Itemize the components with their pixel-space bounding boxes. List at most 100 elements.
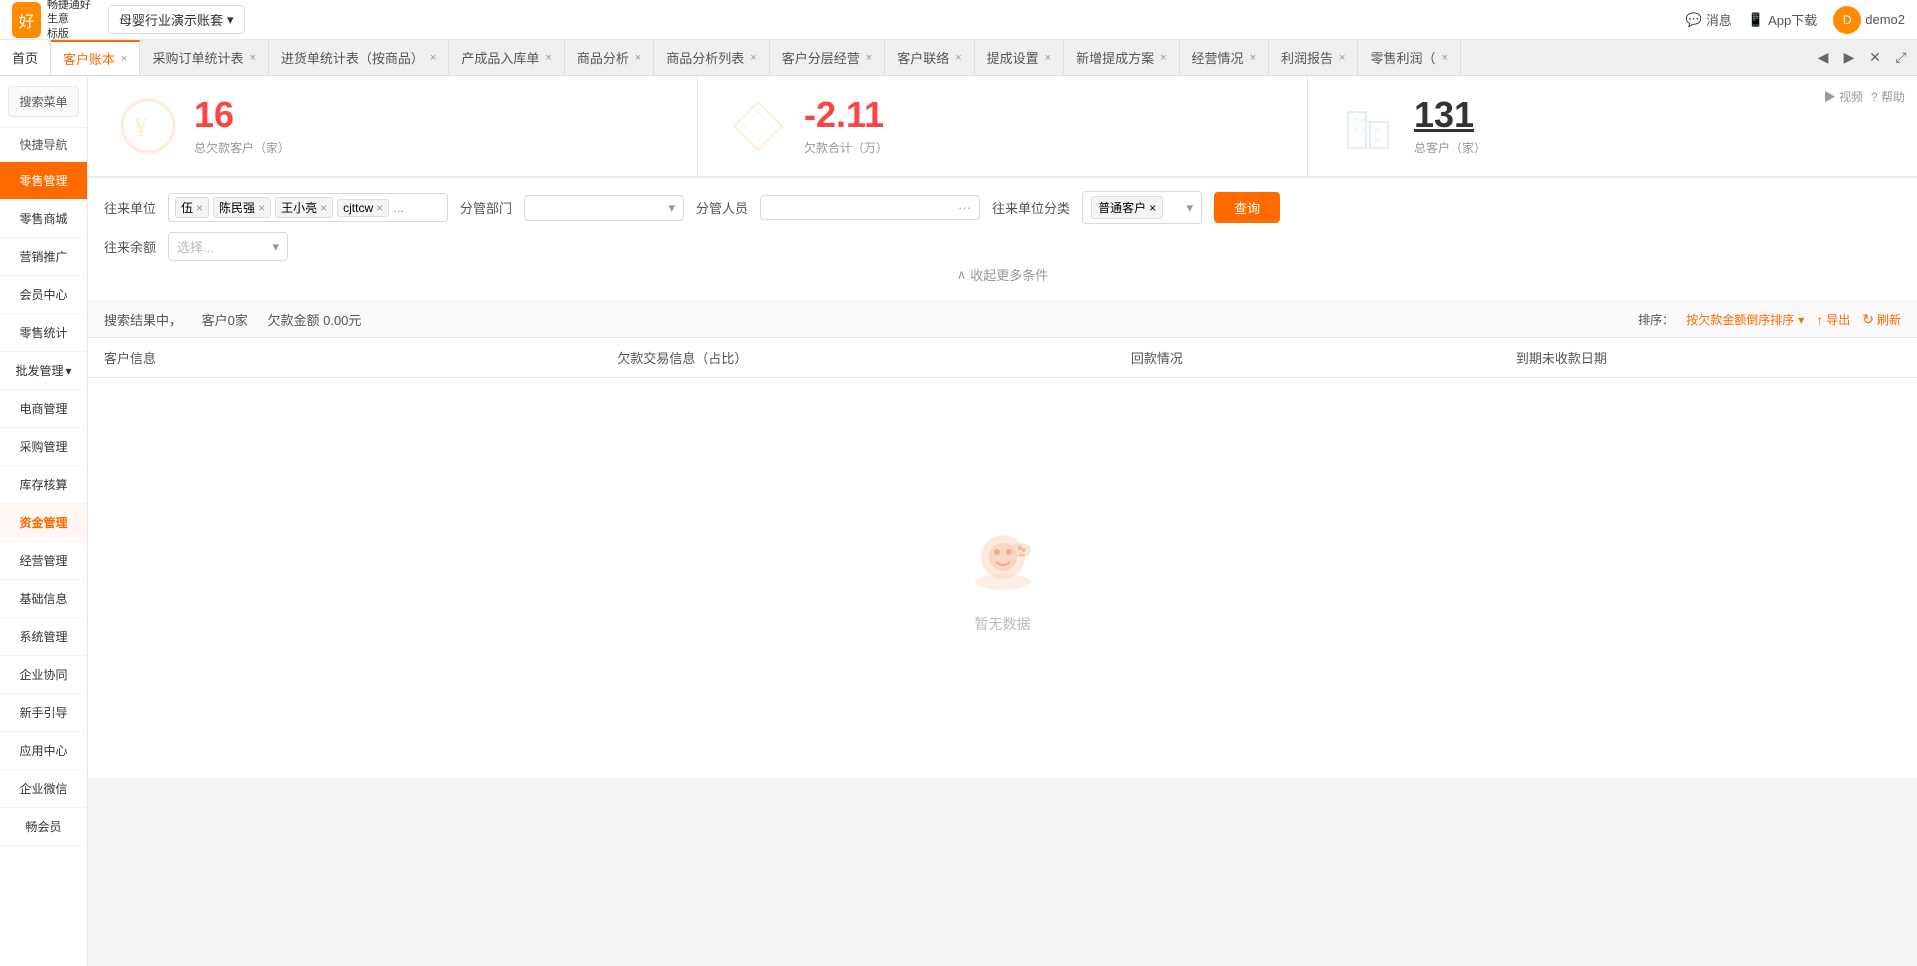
refresh-button[interactable]: ↻ 刷新: [1862, 311, 1901, 328]
tab-commission-settings[interactable]: 提成设置 ×: [975, 40, 1064, 76]
sidebar-item-member-center[interactable]: 会员中心: [0, 276, 87, 314]
dept-filter-dropdown[interactable]: ▾: [524, 195, 684, 221]
app-download-button[interactable]: 📱 App下载: [1748, 10, 1817, 29]
sidebar-item-vip-member[interactable]: 畅会员: [0, 808, 87, 846]
close-tab-add-commission[interactable]: ×: [1160, 52, 1166, 64]
close-tab-ops[interactable]: ×: [1250, 52, 1256, 64]
stat-overdue-customers: ¥ 16 总欠款客户（家）: [88, 76, 698, 176]
sidebar-item-basic-info[interactable]: 基础信息: [0, 580, 87, 618]
close-tab-purchase[interactable]: ×: [249, 52, 255, 64]
dept-arrow-icon: ▾: [669, 200, 676, 216]
tab-close-all-button[interactable]: ✕: [1863, 46, 1887, 70]
sidebar-item-purchase-mgmt[interactable]: 采购管理: [0, 428, 87, 466]
filter-bar: 往来单位 伍 × 陈民强 × 王小亮 × cjttcw: [88, 179, 1917, 300]
close-tab-product-analysis[interactable]: ×: [635, 52, 641, 64]
collapse-button[interactable]: ∧ 收起更多条件: [104, 265, 1901, 284]
store-selector[interactable]: 母婴行业演示账套 ▾: [108, 5, 245, 34]
tab-ops-status[interactable]: 经营情况 ×: [1180, 40, 1269, 76]
class-tag-normal[interactable]: 普通客户 ×: [1091, 196, 1163, 219]
sidebar-item-corp-wechat[interactable]: 企业微信: [0, 770, 87, 808]
tab-product-inbound[interactable]: 产成品入库单 ×: [449, 40, 564, 76]
balance-filter-label: 往来余额: [104, 237, 156, 256]
sidebar-item-newbie[interactable]: 新手引导: [0, 694, 87, 732]
play-icon: ▶: [1824, 90, 1836, 104]
stat-amount-number: -2.11: [804, 97, 888, 133]
sidebar-item-ops-mgmt[interactable]: 经营管理: [0, 542, 87, 580]
diamond-icon: [728, 96, 788, 156]
close-tab-customer-ledger[interactable]: ×: [121, 53, 127, 65]
sidebar-item-marketing[interactable]: 营销推广: [0, 238, 87, 276]
main-layout: 搜索菜单 快捷导航 零售管理 零售商城 营销推广 会员中心 零售统计 批发管理 …: [0, 76, 1917, 966]
close-tab-commission[interactable]: ×: [1045, 52, 1051, 64]
more-tags-button[interactable]: ...: [393, 200, 404, 215]
tab-add-commission[interactable]: 新增提成方案 ×: [1064, 40, 1179, 76]
tab-product-analysis[interactable]: 商品分析 ×: [565, 40, 654, 76]
logo: 好 畅捷通好生意 标版: [12, 0, 100, 41]
sort-select[interactable]: 按欠款金额倒序排序 ▾: [1686, 311, 1804, 328]
close-tab-contact[interactable]: ×: [955, 52, 961, 64]
tab-home[interactable]: 首页: [0, 40, 51, 76]
question-icon: ?: [1871, 90, 1878, 104]
sidebar-item-retail-mall[interactable]: 零售商城: [0, 200, 87, 238]
remove-tag-wang[interactable]: ×: [320, 201, 327, 215]
tab-expand-button[interactable]: ⤢: [1889, 46, 1913, 70]
tab-product-analysis-list[interactable]: 商品分析列表 ×: [654, 40, 769, 76]
close-tab-retail[interactable]: ×: [1441, 52, 1447, 64]
close-tab-inbound[interactable]: ×: [430, 52, 436, 64]
unit-tag-chen[interactable]: 陈民强 ×: [213, 197, 271, 218]
refresh-icon: ↻: [1862, 311, 1874, 328]
sidebar-item-retail-stats[interactable]: 零售统计: [0, 314, 87, 352]
close-tab-product[interactable]: ×: [545, 52, 551, 64]
stat-total-label: 总客户（家）: [1414, 139, 1486, 156]
unit-tag-wu[interactable]: 伍 ×: [175, 197, 209, 218]
tab-purchase-order-stats[interactable]: 采购订单统计表 ×: [140, 40, 268, 76]
help-button[interactable]: ? 帮助: [1871, 88, 1905, 105]
message-button[interactable]: 💬 消息: [1686, 10, 1732, 29]
class-filter-label: 往来单位分类: [992, 198, 1070, 217]
remove-tag-chen[interactable]: ×: [258, 201, 265, 215]
export-button[interactable]: ↑ 导出: [1816, 311, 1850, 328]
sidebar-item-corp-collab[interactable]: 企业协同: [0, 656, 87, 694]
stat-total-data: 131 总客户（家）: [1414, 97, 1486, 156]
tab-customer-segment[interactable]: 客户分层经营 ×: [770, 40, 885, 76]
sidebar-item-quick-nav[interactable]: 快捷导航: [0, 128, 87, 162]
sidebar-item-retail-mgmt[interactable]: 零售管理: [0, 162, 87, 200]
tab-prev-button[interactable]: ◀: [1811, 46, 1835, 70]
remove-class-tag[interactable]: ×: [1149, 201, 1156, 215]
empty-state: 暂无数据: [963, 462, 1043, 694]
tab-profit-report[interactable]: 利润报告 ×: [1269, 40, 1358, 76]
search-menu-button[interactable]: 搜索菜单: [8, 86, 79, 117]
unit-tag-wang[interactable]: 王小亮 ×: [275, 197, 333, 218]
top-bar-right: 💬 消息 📱 App下载 D demo2: [1686, 6, 1905, 34]
close-tab-product-list[interactable]: ×: [750, 52, 756, 64]
svg-text:¥: ¥: [134, 113, 147, 142]
close-tab-profit[interactable]: ×: [1339, 52, 1345, 64]
unit-tag-cjttcw[interactable]: cjttcw ×: [337, 199, 389, 217]
balance-filter-dropdown[interactable]: 选择... ▾: [168, 232, 288, 261]
sidebar-item-inventory[interactable]: 库存核算: [0, 466, 87, 504]
building-icon: [1338, 96, 1398, 156]
empty-icon: [963, 522, 1043, 602]
tab-controls: ◀ ▶ ✕ ⤢: [1811, 46, 1917, 70]
sidebar-item-ecom-mgmt[interactable]: 电商管理: [0, 390, 87, 428]
close-tab-segment[interactable]: ×: [866, 52, 872, 64]
col-repayment: 回款情况: [1131, 348, 1516, 367]
tab-next-button[interactable]: ▶: [1837, 46, 1861, 70]
person-filter-input[interactable]: ···: [760, 195, 980, 220]
remove-tag-cjttcw[interactable]: ×: [376, 201, 383, 215]
query-button[interactable]: 查询: [1214, 192, 1280, 223]
sidebar-item-finance-mgmt[interactable]: 资金管理: [0, 504, 87, 542]
tab-customer-ledger[interactable]: 客户账本 ×: [51, 40, 140, 76]
sidebar-item-wholesale-mgmt[interactable]: 批发管理 ▾: [0, 352, 87, 390]
unit-filter-tags[interactable]: 伍 × 陈民强 × 王小亮 × cjttcw × ...: [168, 193, 448, 222]
class-filter-wrap[interactable]: 普通客户 × ▾: [1082, 191, 1202, 224]
video-help-button[interactable]: ▶ 视频: [1824, 88, 1863, 105]
sidebar-item-sys-mgmt[interactable]: 系统管理: [0, 618, 87, 656]
tab-customer-contact[interactable]: 客户联络 ×: [885, 40, 974, 76]
balance-arrow-icon: ▾: [272, 239, 279, 255]
user-profile[interactable]: D demo2: [1833, 6, 1905, 34]
remove-tag-wu[interactable]: ×: [196, 201, 203, 215]
tab-inbound-stats[interactable]: 进货单统计表（按商品） ×: [269, 40, 449, 76]
sidebar-item-app-center[interactable]: 应用中心: [0, 732, 87, 770]
tab-retail-profit[interactable]: 零售利润（ ×: [1358, 40, 1460, 76]
